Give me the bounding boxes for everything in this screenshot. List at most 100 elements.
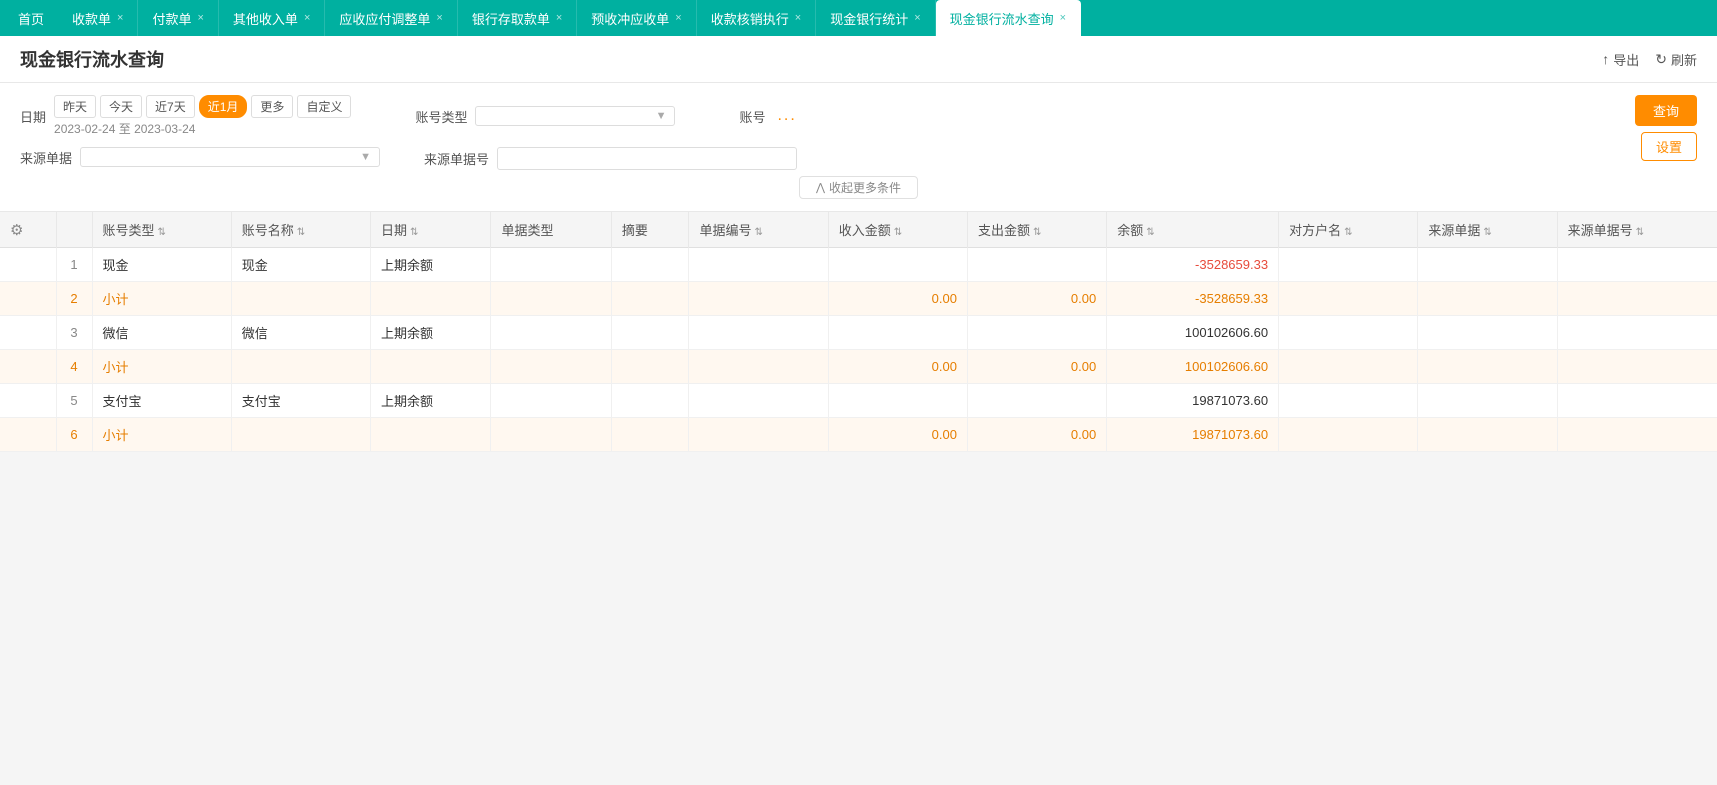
cell-doc_no — [689, 350, 828, 384]
close-icon[interactable]: × — [914, 12, 920, 24]
col-header-doc_type: 单据类型 — [491, 212, 611, 248]
cell-doc_no — [689, 248, 828, 282]
cell-income: 0.00 — [828, 418, 967, 452]
col-header-date[interactable]: 日期⇅ — [371, 212, 491, 248]
sort-icon: ⇅ — [1483, 227, 1491, 238]
cell-balance: 19871073.60 — [1107, 384, 1279, 418]
export-icon: ↑ — [1602, 51, 1609, 67]
cell-account_name — [231, 282, 370, 316]
cell-account_type: 小计 — [92, 350, 231, 384]
cell-counterparty — [1279, 248, 1418, 282]
close-icon[interactable]: × — [795, 12, 801, 24]
sort-icon: ⇅ — [755, 227, 763, 238]
cell-account_type: 微信 — [92, 316, 231, 350]
nav-home[interactable]: 首页 — [4, 0, 58, 36]
cell-account_type: 支付宝 — [92, 384, 231, 418]
date-btn-更多[interactable]: 更多 — [251, 95, 293, 118]
date-btn-近1月[interactable]: 近1月 — [199, 95, 248, 118]
date-btn-近7天[interactable]: 近7天 — [146, 95, 195, 118]
cell-date — [371, 350, 491, 384]
collapse-bar: ⋀ 收起更多条件 — [20, 176, 1697, 199]
header-actions: ↑ 导出 ↻ 刷新 — [1602, 50, 1697, 69]
cell-source_doc_no — [1557, 384, 1717, 418]
account-type-select[interactable]: ▼ — [475, 106, 675, 126]
cell-summary — [611, 282, 689, 316]
cell-income: 0.00 — [828, 282, 967, 316]
date-btn-自定义[interactable]: 自定义 — [297, 95, 351, 118]
close-icon[interactable]: × — [197, 12, 203, 24]
col-header-income[interactable]: 收入金额⇅ — [828, 212, 967, 248]
close-icon[interactable]: × — [117, 12, 123, 24]
query-button[interactable]: 查询 — [1635, 95, 1697, 126]
nav-tab-应收应付调整单[interactable]: 应收应付调整单× — [325, 0, 457, 36]
collapse-button[interactable]: ⋀ 收起更多条件 — [799, 176, 918, 199]
source-doc-select[interactable]: ▼ — [80, 147, 380, 167]
refresh-button[interactable]: ↻ 刷新 — [1655, 50, 1697, 69]
col-header-balance[interactable]: 余额⇅ — [1107, 212, 1279, 248]
nav-tab-付款单[interactable]: 付款单× — [138, 0, 218, 36]
date-btn-昨天[interactable]: 昨天 — [54, 95, 96, 118]
close-icon[interactable]: × — [1060, 12, 1066, 24]
account-dots-button[interactable]: ... — [773, 107, 800, 125]
cell-balance: -3528659.33 — [1107, 248, 1279, 282]
sort-icon: ⇅ — [1033, 227, 1041, 238]
cell-index: 4 — [56, 350, 92, 384]
cell-doc_type — [491, 316, 611, 350]
export-button[interactable]: ↑ 导出 — [1602, 50, 1639, 69]
close-icon[interactable]: × — [556, 12, 562, 24]
date-btn-今天[interactable]: 今天 — [100, 95, 142, 118]
cell-source_doc_no — [1557, 248, 1717, 282]
cell-settings — [0, 248, 56, 282]
cell-income — [828, 384, 967, 418]
nav-tab-收款单[interactable]: 收款单× — [58, 0, 138, 36]
gear-icon[interactable]: ⚙ — [10, 222, 23, 239]
cell-expense — [967, 384, 1106, 418]
sort-icon: ⇅ — [1344, 227, 1352, 238]
nav-tab-收款核销执行[interactable]: 收款核销执行× — [697, 0, 816, 36]
cell-expense — [967, 316, 1106, 350]
close-icon[interactable]: × — [675, 12, 681, 24]
account-filter-group: 账号 ... — [739, 107, 800, 126]
nav-tab-现金银行统计[interactable]: 现金银行统计× — [816, 0, 935, 36]
account-type-label: 账号类型 — [415, 107, 467, 126]
cell-account_name: 支付宝 — [231, 384, 370, 418]
close-icon[interactable]: × — [436, 12, 442, 24]
cell-source_doc — [1418, 282, 1557, 316]
cell-doc_type — [491, 418, 611, 452]
source-doc-no-label: 来源单据号 — [424, 149, 489, 168]
cell-date: 上期余额 — [371, 384, 491, 418]
date-buttons: 昨天今天近7天近1月更多自定义 — [54, 95, 351, 118]
col-header-source_doc_no[interactable]: 来源单据号⇅ — [1557, 212, 1717, 248]
col-header-source_doc[interactable]: 来源单据⇅ — [1418, 212, 1557, 248]
nav-tab-其他收入单[interactable]: 其他收入单× — [219, 0, 325, 36]
nav-tab-现金银行流水查询[interactable]: 现金银行流水查询× — [936, 0, 1081, 36]
date-label: 日期 — [20, 107, 46, 126]
cell-source_doc_no — [1557, 418, 1717, 452]
col-header-expense[interactable]: 支出金额⇅ — [967, 212, 1106, 248]
sort-icon: ⇅ — [1146, 227, 1154, 238]
cell-account_name — [231, 418, 370, 452]
cell-balance: 100102606.60 — [1107, 316, 1279, 350]
settings-button[interactable]: 设置 — [1641, 132, 1697, 161]
col-header-summary: 摘要 — [611, 212, 689, 248]
cell-date — [371, 282, 491, 316]
close-icon[interactable]: × — [304, 12, 310, 24]
col-header-account_type[interactable]: 账号类型⇅ — [92, 212, 231, 248]
export-label: 导出 — [1613, 50, 1639, 69]
table-container: ⚙ 账号类型⇅账号名称⇅日期⇅单据类型摘要单据编号⇅收入金额⇅支出金额⇅余额⇅对方… — [0, 212, 1717, 452]
date-filter-group: 日期 昨天今天近7天近1月更多自定义 2023-02-24 至 2023-03-… — [20, 95, 351, 137]
table-row: 5支付宝支付宝上期余额19871073.60 — [0, 384, 1717, 418]
sort-icon: ⇅ — [1636, 227, 1644, 238]
nav-tab-预收冲应收单[interactable]: 预收冲应收单× — [577, 0, 696, 36]
cell-summary — [611, 350, 689, 384]
source-doc-no-input[interactable] — [497, 147, 797, 170]
col-header-account_name[interactable]: 账号名称⇅ — [231, 212, 370, 248]
sort-icon: ⇅ — [894, 227, 902, 238]
account-label: 账号 — [739, 107, 765, 126]
cell-settings — [0, 350, 56, 384]
col-header-counterparty[interactable]: 对方户名⇅ — [1279, 212, 1418, 248]
col-header-doc_no[interactable]: 单据编号⇅ — [689, 212, 828, 248]
nav-tab-银行存取款单[interactable]: 银行存取款单× — [458, 0, 577, 36]
cell-doc_no — [689, 418, 828, 452]
cell-source_doc — [1418, 350, 1557, 384]
